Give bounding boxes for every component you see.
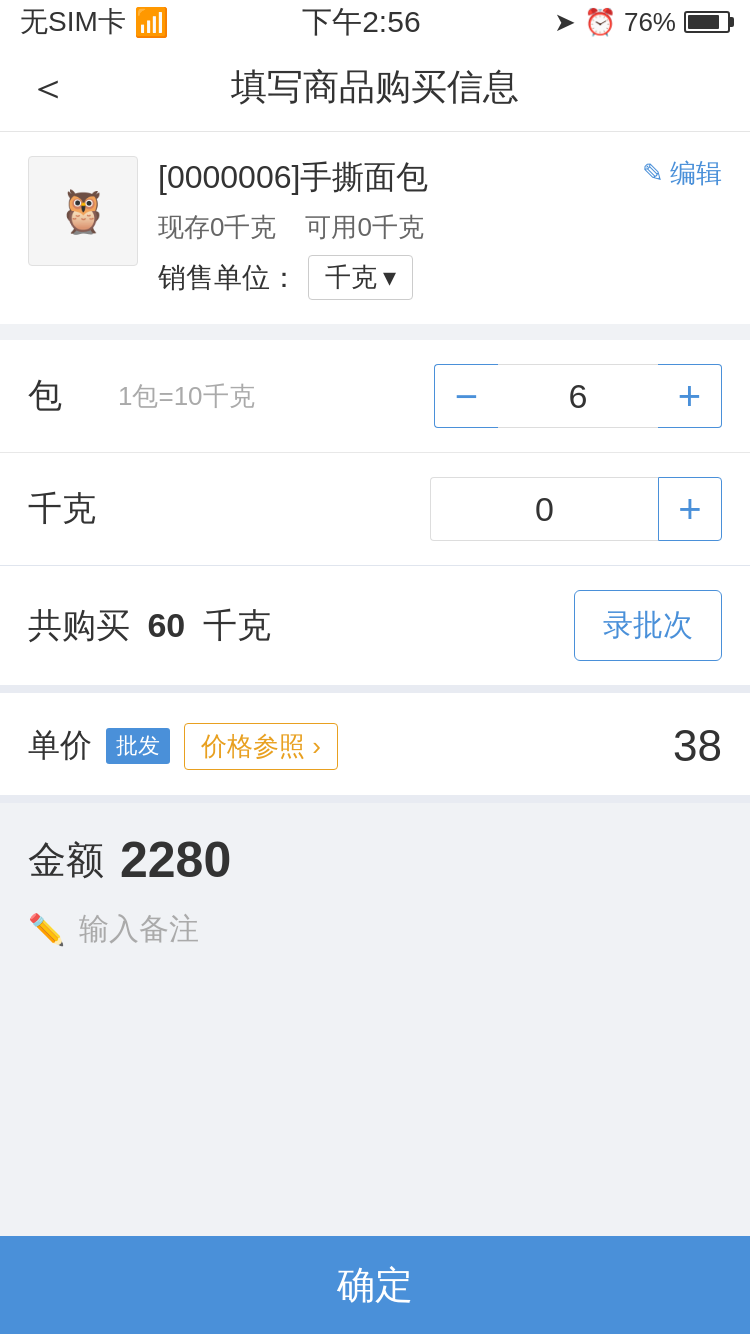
price-row: 单价 批发 价格参照 › 38 [28, 721, 722, 771]
kilogram-quantity-control: + [430, 477, 722, 541]
amount-value: 2280 [120, 831, 231, 889]
amount-row: 金额 2280 [28, 831, 722, 889]
total-prefix: 共购买 [28, 606, 130, 644]
package-increment-button[interactable]: + [658, 364, 722, 428]
unit-value: 千克 [325, 260, 377, 295]
total-text: 共购买 60 千克 [28, 603, 271, 649]
price-section: 单价 批发 价格参照 › 38 [0, 693, 750, 803]
amount-label: 金额 [28, 835, 104, 886]
confirm-button-label: 确定 [337, 1260, 413, 1311]
product-stock: 现存0千克 可用0千克 [158, 210, 722, 245]
battery-label: 76% [624, 7, 676, 38]
unit-selector[interactable]: 千克 ▾ [308, 255, 413, 300]
amount-section: 金额 2280 ✏️ 输入备注 [0, 803, 750, 970]
carrier-label: 无SIM卡 [20, 3, 126, 41]
edit-label: 编辑 [670, 156, 722, 191]
package-quantity-input[interactable] [498, 364, 658, 428]
total-unit: 千克 [203, 606, 271, 644]
product-name: [0000006]手撕面包 [158, 156, 722, 200]
batch-tag: 批发 [106, 728, 170, 764]
kilogram-label: 千克 [28, 486, 108, 532]
price-label: 单价 [28, 724, 92, 768]
status-left: 无SIM卡 📶 [20, 3, 169, 41]
product-section: 🦉 [0000006]手撕面包 现存0千克 可用0千克 销售单位： 千克 ▾ ✎… [0, 132, 750, 324]
kilogram-row: 千克 + [0, 453, 750, 565]
wifi-icon: 📶 [134, 6, 169, 39]
product-info: [0000006]手撕面包 现存0千克 可用0千克 销售单位： 千克 ▾ [158, 156, 722, 300]
status-right: ➤ ⏰ 76% [554, 7, 730, 38]
location-icon: ➤ [554, 7, 576, 38]
back-button[interactable]: ＜ [28, 60, 68, 115]
price-ref-button[interactable]: 价格参照 › [184, 723, 338, 770]
price-left: 单价 批发 价格参照 › [28, 723, 338, 770]
unit-label: 销售单位： [158, 259, 298, 297]
note-placeholder[interactable]: 输入备注 [79, 909, 199, 950]
package-decrement-button[interactable]: − [434, 364, 498, 428]
edit-icon: ✎ [642, 158, 664, 189]
alarm-icon: ⏰ [584, 7, 616, 38]
price-value: 38 [673, 721, 722, 771]
time-label: 下午2:56 [302, 2, 420, 43]
stock-label: 现存0千克 [158, 212, 276, 242]
page-title: 填写商品购买信息 [231, 63, 519, 112]
nav-bar: ＜ 填写商品购买信息 [0, 44, 750, 132]
total-amount: 60 [147, 606, 185, 644]
edit-button[interactable]: ✎ 编辑 [642, 156, 722, 191]
product-thumbnail: 🦉 [28, 156, 138, 266]
chevron-down-icon: ▾ [383, 262, 396, 293]
note-row: ✏️ 输入备注 [28, 909, 722, 970]
status-bar: 无SIM卡 📶 下午2:56 ➤ ⏰ 76% [0, 0, 750, 44]
battery-icon [684, 11, 730, 33]
package-label: 包 [28, 373, 108, 419]
pencil-icon: ✏️ [28, 912, 65, 947]
confirm-button[interactable]: 确定 [0, 1236, 750, 1334]
kilogram-quantity-input[interactable] [430, 477, 658, 541]
package-row: 包 1包=10千克 − + [0, 340, 750, 453]
available-label: 可用0千克 [305, 212, 423, 242]
batch-button[interactable]: 录批次 [574, 590, 722, 661]
package-hint: 1包=10千克 [118, 379, 434, 414]
product-logo: 🦉 [57, 187, 109, 236]
total-row: 共购买 60 千克 录批次 [0, 565, 750, 693]
package-quantity-control: − + [434, 364, 722, 428]
kilogram-increment-button[interactable]: + [658, 477, 722, 541]
product-unit-row: 销售单位： 千克 ▾ [158, 255, 722, 300]
